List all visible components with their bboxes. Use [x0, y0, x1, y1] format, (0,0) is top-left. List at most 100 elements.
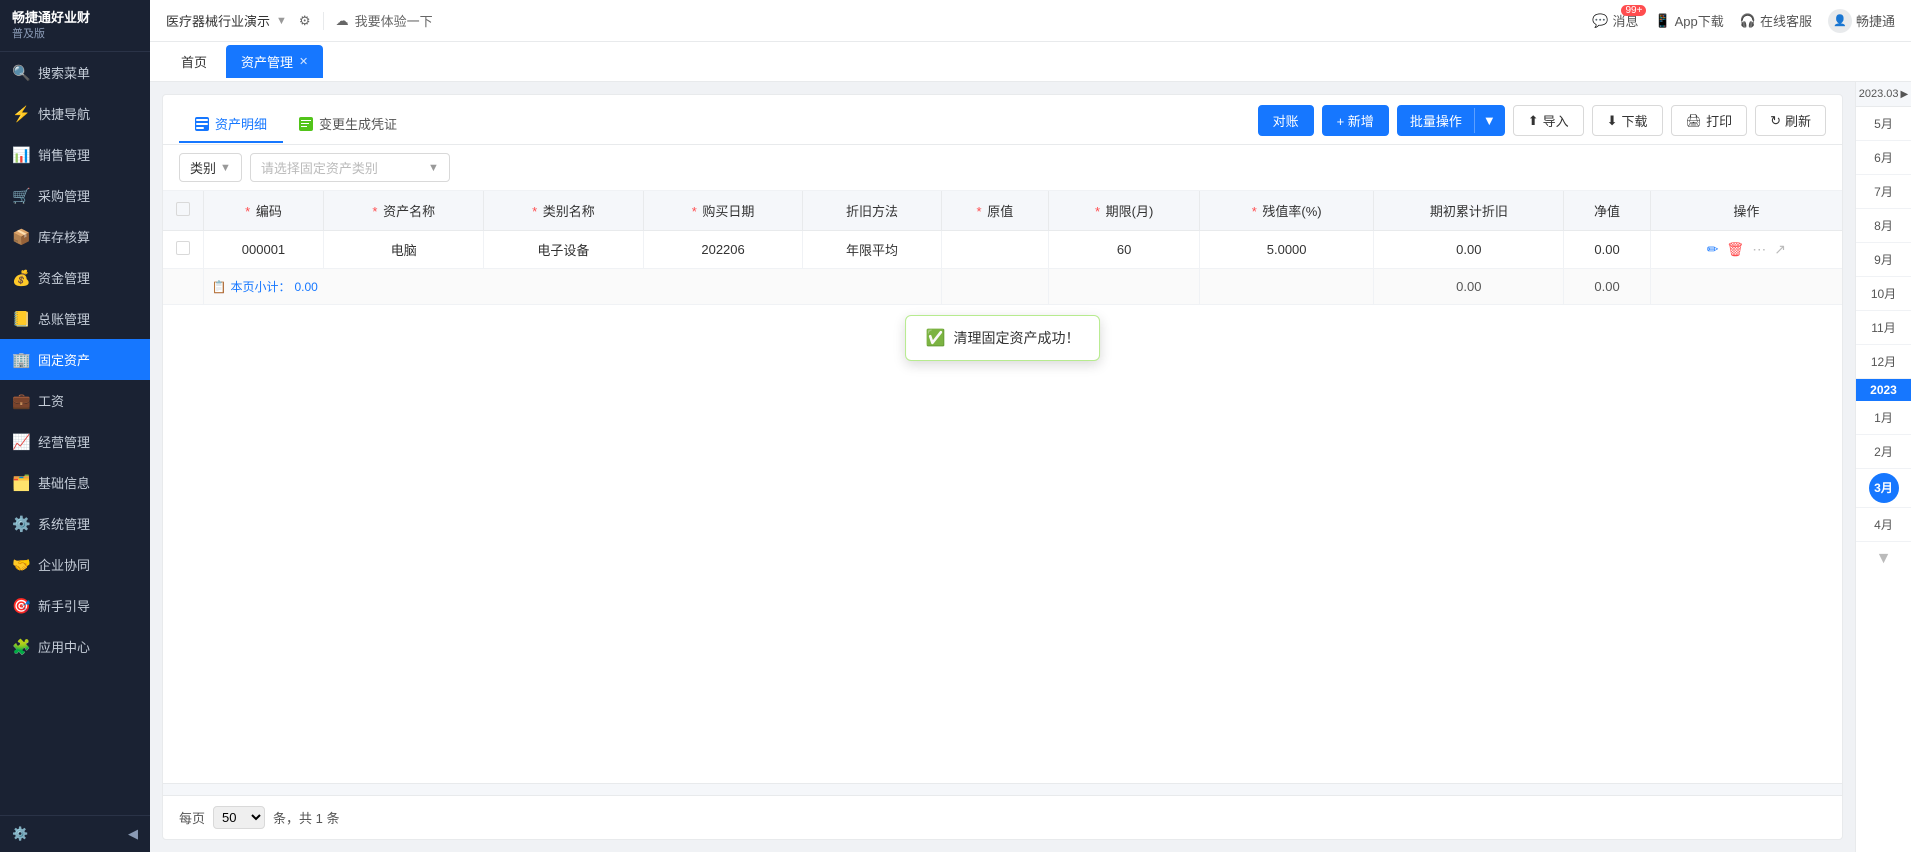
- batch-btn[interactable]: 批量操作 ▼: [1397, 105, 1505, 136]
- per-page-select[interactable]: 50 10 20 100: [213, 806, 265, 829]
- sidebar-item-sales[interactable]: 📊 销售管理: [0, 134, 150, 175]
- calendar-year-2023[interactable]: 2023: [1856, 379, 1911, 401]
- select-all-checkbox[interactable]: [176, 202, 190, 216]
- sidebar-item-purchase[interactable]: 🛒 采购管理: [0, 175, 150, 216]
- reconcile-btn[interactable]: 对账: [1258, 105, 1314, 136]
- operations-icon: 📈: [12, 433, 30, 451]
- sidebar-item-apps[interactable]: 🧩 应用中心: [0, 626, 150, 667]
- new-btn[interactable]: + 新增: [1322, 105, 1389, 136]
- category-input-select[interactable]: 请选择固定资产类别 ▼: [250, 153, 450, 182]
- topbar: 医疗器械行业演示 ▼ ⚙ ☁ 我要体验一下 💬 消息 99+ 📱 App下载 🎧…: [150, 0, 1911, 42]
- sidebar-item-fixed-assets[interactable]: 🏢 固定资产: [0, 339, 150, 380]
- sidebar-label-inventory: 库存核算: [38, 227, 90, 246]
- sidebar-settings-icon[interactable]: ⚙️: [12, 826, 28, 842]
- sidebar-label-system: 系统管理: [38, 514, 90, 533]
- sidebar-item-enterprise[interactable]: 🤝 企业协同: [0, 544, 150, 585]
- avatar: 👤: [1828, 9, 1852, 33]
- sidebar-item-operations[interactable]: 📈 经营管理: [0, 421, 150, 462]
- sidebar-item-quick-nav[interactable]: ⚡ 快捷导航: [0, 93, 150, 134]
- horizontal-scrollbar[interactable]: [163, 783, 1842, 795]
- print-btn[interactable]: 🖨 打印: [1671, 105, 1748, 136]
- sidebar-collapse-btn[interactable]: ◀: [128, 826, 138, 842]
- sub-tab-change-voucher[interactable]: 变更生成凭证: [283, 106, 413, 143]
- guide-icon: 🎯: [12, 597, 30, 615]
- sidebar-label-quick-nav: 快捷导航: [38, 104, 90, 123]
- user-profile-btn[interactable]: 👤 畅捷通: [1828, 9, 1895, 33]
- tab-asset-mgmt-label: 资产管理: [241, 52, 293, 71]
- expand-icon[interactable]: ↗: [1774, 241, 1786, 258]
- sub-tab-asset-detail[interactable]: 资产明细: [179, 106, 283, 143]
- more-icon[interactable]: ⋯: [1752, 241, 1766, 258]
- basic-info-icon: 🗂️: [12, 474, 30, 492]
- import-icon: ⬆: [1528, 113, 1539, 129]
- delete-icon[interactable]: 🗑: [1726, 241, 1744, 258]
- sidebar-item-payroll[interactable]: 💼 工资: [0, 380, 150, 421]
- import-btn[interactable]: ⬆ 导入: [1513, 105, 1584, 136]
- subtotal-initial-depreciation: 0.00: [1374, 269, 1564, 305]
- calendar-month-12[interactable]: 12月: [1856, 345, 1911, 379]
- calendar-month-4[interactable]: 4月: [1856, 508, 1911, 542]
- content-area: 资产明细 变更生成凭证 对账 + 新增: [150, 82, 1911, 852]
- refresh-btn[interactable]: ↻ 刷新: [1755, 105, 1826, 136]
- system-icon: ⚙️: [12, 515, 30, 533]
- calendar-month-1[interactable]: 1月: [1856, 401, 1911, 435]
- calendar-month-8[interactable]: 8月: [1856, 209, 1911, 243]
- tab-home[interactable]: 首页: [166, 45, 222, 78]
- sidebar-item-system[interactable]: ⚙️ 系统管理: [0, 503, 150, 544]
- calendar-month-7[interactable]: 7月: [1856, 175, 1911, 209]
- sidebar-label-apps: 应用中心: [38, 637, 90, 656]
- col-residual-rate: * 残值率(%): [1200, 191, 1374, 231]
- sidebar-item-search[interactable]: 🔍 搜索菜单: [0, 52, 150, 93]
- calendar-nav-down[interactable]: ▼: [1856, 542, 1911, 576]
- sidebar-item-finance[interactable]: 💰 资金管理: [0, 257, 150, 298]
- batch-arrow-icon[interactable]: ▼: [1474, 108, 1504, 133]
- message-badge: 99+: [1621, 5, 1646, 16]
- subtotal-net-value: 0.00: [1564, 269, 1650, 305]
- app-download-btn[interactable]: 📱 App下载: [1654, 11, 1723, 30]
- content-main: 资产明细 变更生成凭证 对账 + 新增: [162, 94, 1843, 840]
- company-dropdown-icon: ▼: [276, 15, 287, 27]
- message-btn[interactable]: 💬 消息 99+: [1592, 11, 1638, 30]
- tab-close-icon[interactable]: ✕: [299, 55, 308, 68]
- calendar-month-9[interactable]: 9月: [1856, 243, 1911, 277]
- sidebar-item-basic-info[interactable]: 🗂️ 基础信息: [0, 462, 150, 503]
- sidebar-label-search: 搜索菜单: [38, 63, 90, 82]
- col-purchase-date: * 购买日期: [643, 191, 803, 231]
- calendar-month-6[interactable]: 6月: [1856, 141, 1911, 175]
- edit-icon[interactable]: ✏: [1707, 241, 1719, 258]
- refresh-icon: ↻: [1770, 113, 1781, 129]
- calendar-month-11[interactable]: 11月: [1856, 311, 1911, 345]
- calendar-month-10[interactable]: 10月: [1856, 277, 1911, 311]
- sidebar-scroll: 🔍 搜索菜单 ⚡ 快捷导航 📊 销售管理 🛒 采购管理 📦 库存核算 💰 资金管…: [0, 52, 150, 815]
- row-actions: ✏ 🗑 ⋯ ↗: [1650, 231, 1842, 269]
- calendar-month-2[interactable]: 2月: [1856, 435, 1911, 469]
- settings-gear-icon[interactable]: ⚙: [299, 13, 311, 29]
- download-btn[interactable]: ⬇ 下载: [1592, 105, 1663, 136]
- calendar-month-5[interactable]: 5月: [1856, 107, 1911, 141]
- inventory-icon: 📦: [12, 228, 30, 246]
- refresh-label: 刷新: [1785, 111, 1811, 130]
- sidebar-item-ledger[interactable]: 📒 总账管理: [0, 298, 150, 339]
- sidebar-label-fixed-assets: 固定资产: [38, 350, 90, 369]
- online-service-btn[interactable]: 🎧 在线客服: [1740, 11, 1812, 30]
- col-original-value: * 原值: [941, 191, 1049, 231]
- calendar-header[interactable]: 2023.03 ▶: [1856, 82, 1911, 107]
- company-selector[interactable]: 医疗器械行业演示 ▼: [166, 11, 287, 30]
- tab-asset-mgmt[interactable]: 资产管理 ✕: [226, 45, 323, 78]
- pagination: 每页 50 10 20 100 条，共 1 条: [163, 795, 1842, 839]
- category-input-chevron: ▼: [428, 162, 439, 174]
- sidebar-label-enterprise: 企业协同: [38, 555, 90, 574]
- calendar-month-3-current[interactable]: 3月: [1856, 469, 1911, 508]
- table-header-row: * 编码 * 资产名称 * 类别名称: [163, 191, 1842, 231]
- sidebar-item-inventory[interactable]: 📦 库存核算: [0, 216, 150, 257]
- row-checkbox[interactable]: [176, 241, 190, 255]
- sidebar-item-guide[interactable]: 🎯 新手引导: [0, 585, 150, 626]
- subtotal-icon: 📋: [212, 280, 227, 294]
- assets-table: * 编码 * 资产名称 * 类别名称: [163, 191, 1842, 305]
- experience-btn[interactable]: ☁ 我要体验一下: [336, 11, 433, 30]
- toast-message: 清理固定资产成功！: [953, 328, 1079, 348]
- chevron-down-icon[interactable]: ▼: [1876, 550, 1892, 567]
- ledger-icon: 📒: [12, 310, 30, 328]
- sidebar-label-purchase: 采购管理: [38, 186, 90, 205]
- category-filter-select[interactable]: 类别 ▼: [179, 153, 242, 182]
